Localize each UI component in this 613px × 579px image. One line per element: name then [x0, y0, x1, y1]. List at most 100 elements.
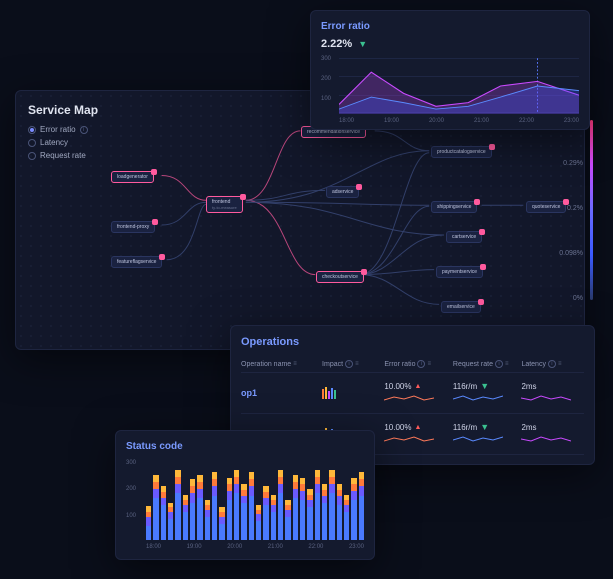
stacked-bar — [285, 500, 290, 540]
node-adservice[interactable]: adservice — [326, 186, 359, 198]
error-ratio-cell: 10.00%▲ — [384, 423, 447, 446]
stacked-bar — [278, 470, 283, 540]
node-featureflagservice[interactable]: featureflagservice — [111, 256, 162, 268]
node-badge-icon — [489, 144, 495, 150]
stacked-bar — [256, 505, 261, 540]
stacked-bar — [263, 486, 268, 540]
sparkline-icon — [521, 434, 571, 444]
trend-down-icon: ▼ — [480, 422, 489, 432]
error-ratio-cell: 10.00%▲ — [384, 382, 447, 405]
stacked-bar — [315, 470, 320, 540]
filter-icon[interactable]: ≡ — [558, 361, 562, 367]
filter-icon[interactable]: ≡ — [427, 361, 431, 367]
node-shippingservice[interactable]: shippingservice — [431, 201, 477, 213]
node-frontend-proxy[interactable]: frontend-proxy — [111, 221, 155, 233]
stacked-bar — [249, 472, 254, 540]
node-quoteservice[interactable]: quoteservice — [526, 201, 566, 213]
stacked-bar — [307, 489, 312, 540]
error-ratio-panel: Error ratio 2.22% ▼ 300 200 100 18:00 19… — [310, 10, 590, 130]
info-icon[interactable]: i — [80, 126, 88, 134]
col-impact[interactable]: Impacti≡ — [322, 360, 378, 368]
x-axis-labels: 18:00 19:00 20:00 21:00 22:00 23:00 — [126, 544, 364, 550]
node-cartservice[interactable]: cartservice — [446, 231, 482, 243]
filter-icon[interactable]: ≡ — [355, 361, 359, 367]
sparkline-icon — [384, 434, 434, 444]
error-ratio-value: 2.22% ▼ — [321, 38, 579, 50]
trend-down-icon: ▼ — [480, 381, 489, 391]
radio-icon — [28, 139, 36, 147]
stacked-bar — [300, 478, 305, 540]
stacked-bar — [153, 475, 158, 540]
node-badge-icon — [151, 169, 157, 175]
sparkline-icon — [521, 393, 571, 403]
node-productcatalogservice[interactable]: productcatalogservice — [431, 146, 492, 158]
stacked-bar — [344, 495, 349, 540]
trend-up-icon: ▲ — [414, 424, 421, 431]
status-code-chart[interactable]: 300 200 100 — [126, 460, 364, 540]
table-header: Operation name≡ Impacti≡ Error ratioi≡ R… — [241, 356, 584, 373]
node-badge-icon — [356, 184, 362, 190]
stacked-bar — [190, 479, 195, 540]
node-checkoutservice[interactable]: checkoutservice — [316, 271, 364, 283]
radio-icon — [28, 126, 36, 134]
graph-canvas[interactable]: loadgenerator frontend-proxy featureflagse… — [106, 121, 574, 339]
impact-bars — [322, 387, 378, 399]
stacked-bar — [271, 495, 276, 540]
stacked-bar — [227, 478, 232, 540]
filter-icon[interactable]: ≡ — [505, 361, 509, 367]
status-code-panel: Status code 300 200 100 18:00 19:00 20:0… — [115, 430, 375, 560]
node-badge-icon — [480, 264, 486, 270]
sparkline-icon — [453, 393, 503, 403]
col-latency[interactable]: Latencyi≡ — [521, 360, 584, 368]
error-ratio-chart[interactable]: 300 200 100 — [321, 56, 579, 116]
info-icon[interactable]: i — [417, 360, 425, 368]
graph-edges — [106, 121, 574, 339]
info-icon[interactable]: i — [495, 360, 503, 368]
stacked-bar — [351, 478, 356, 540]
node-emailservice[interactable]: emailservice — [441, 301, 481, 313]
operations-title: Operations — [241, 336, 584, 348]
node-badge-icon — [361, 269, 367, 275]
x-axis-labels: 18:00 19:00 20:00 21:00 22:00 23:00 — [321, 118, 579, 124]
trend-up-icon: ▲ — [414, 383, 421, 390]
col-error-ratio[interactable]: Error ratioi≡ — [384, 360, 447, 368]
node-loadgenerator[interactable]: loadgenerator — [111, 171, 154, 183]
request-rate-cell: 116r/m▼ — [453, 422, 516, 446]
stacked-bar — [359, 472, 364, 540]
request-rate-cell: 116r/m▼ — [453, 381, 516, 405]
op-name[interactable]: op1 — [241, 388, 316, 398]
stacked-bar — [175, 470, 180, 540]
col-operation-name[interactable]: Operation name≡ — [241, 360, 316, 368]
table-row[interactable]: op1 10.00%▲ 116r/m▼ 2ms — [241, 373, 584, 414]
node-paymentservice[interactable]: paymentservice — [436, 266, 483, 278]
stacked-bar — [183, 495, 188, 540]
node-badge-icon — [479, 229, 485, 235]
sparkline-icon — [453, 434, 503, 444]
node-badge-icon — [474, 199, 480, 205]
trend-down-icon: ▼ — [358, 39, 367, 49]
stacked-bar — [212, 472, 217, 540]
stacked-bar — [329, 470, 334, 540]
error-ratio-title: Error ratio — [321, 21, 579, 32]
stacked-bar — [241, 484, 246, 540]
area-chart — [339, 56, 579, 116]
sparkline-icon — [384, 393, 434, 403]
scale-tick: 0.098% — [559, 250, 583, 257]
col-request-rate[interactable]: Request ratei≡ — [453, 360, 516, 368]
scale-tick: 0.29% — [563, 160, 583, 167]
status-code-title: Status code — [126, 441, 364, 452]
info-icon[interactable]: i — [345, 360, 353, 368]
stacked-bar — [168, 503, 173, 540]
stacked-bar — [205, 500, 210, 540]
stacked-bar — [293, 475, 298, 540]
info-icon[interactable]: i — [548, 360, 556, 368]
node-badge-icon — [478, 299, 484, 305]
stacked-bar — [219, 507, 224, 540]
node-frontend[interactable]: frontendty-to-measure — [206, 196, 243, 213]
scale-tick: 0% — [573, 295, 583, 302]
node-badge-icon — [159, 254, 165, 260]
stacked-bar — [146, 506, 151, 540]
node-badge-icon — [240, 194, 246, 200]
radio-icon — [28, 152, 36, 160]
filter-icon[interactable]: ≡ — [293, 361, 297, 367]
